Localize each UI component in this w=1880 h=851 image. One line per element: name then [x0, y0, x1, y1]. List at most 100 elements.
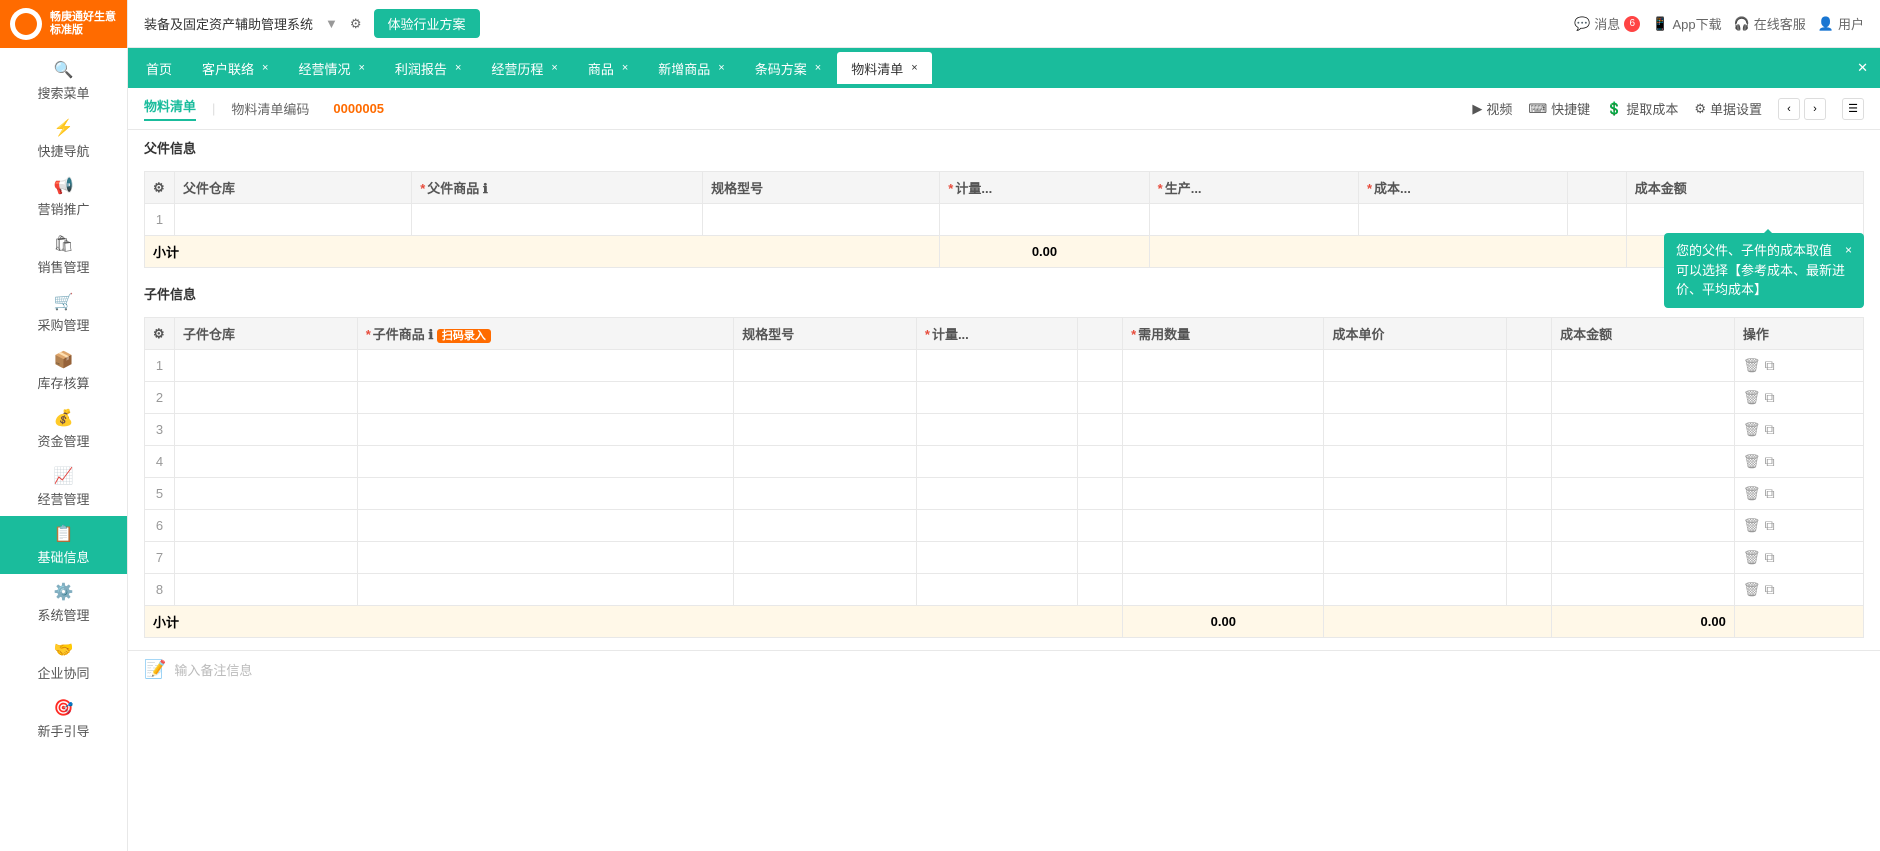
- child-warehouse-cell[interactable]: [175, 478, 358, 510]
- sidebar-item-marketing[interactable]: 📢 营销推广: [0, 168, 127, 226]
- sidebar-item-enterprise[interactable]: 🤝 企业协同: [0, 632, 127, 690]
- delete-icon[interactable]: 🗑: [1743, 453, 1761, 470]
- delete-icon[interactable]: 🗑: [1743, 357, 1761, 374]
- sidebar-item-basic[interactable]: 📋 基础信息: [0, 516, 127, 574]
- child-unit-cell[interactable]: [916, 542, 1077, 574]
- child-need-qty-cell[interactable]: [1123, 510, 1324, 542]
- settings-btn[interactable]: ⚙ 单据设置: [1694, 99, 1762, 118]
- child-spec-cell[interactable]: [734, 574, 917, 606]
- child-goods-cell[interactable]: [357, 510, 734, 542]
- child-unit-cell[interactable]: [916, 446, 1077, 478]
- delete-icon[interactable]: 🗑: [1743, 389, 1761, 406]
- tab-new-goods[interactable]: 新增商品 ×: [644, 52, 738, 84]
- child-spec-cell[interactable]: [734, 414, 917, 446]
- copy-icon[interactable]: ⧉: [1765, 421, 1775, 438]
- child-unit-cost-cell[interactable]: [1324, 574, 1507, 606]
- tab-home[interactable]: 首页: [132, 52, 186, 84]
- spec-cell[interactable]: [703, 204, 940, 236]
- list-view-btn[interactable]: ☰: [1842, 98, 1864, 120]
- sub-tab-code[interactable]: 物料清单编码: [231, 99, 309, 118]
- trial-button[interactable]: 体验行业方案: [374, 9, 480, 38]
- produce-cell[interactable]: [1149, 204, 1358, 236]
- child-spec-cell[interactable]: [734, 510, 917, 542]
- tab-close-icon[interactable]: ×: [551, 62, 557, 74]
- child-goods-cell[interactable]: [357, 542, 734, 574]
- child-need-qty-cell[interactable]: [1123, 414, 1324, 446]
- sub-tab-bom[interactable]: 物料清单: [144, 96, 196, 121]
- child-need-qty-cell[interactable]: [1123, 446, 1324, 478]
- child-unit-cell[interactable]: [916, 414, 1077, 446]
- child-unit-cost-cell[interactable]: [1324, 478, 1507, 510]
- child-need-qty-cell[interactable]: [1123, 478, 1324, 510]
- child-goods-cell[interactable]: [357, 414, 734, 446]
- cost-btn[interactable]: 💲 提取成本: [1606, 99, 1678, 118]
- gear-icon[interactable]: ⚙: [350, 16, 362, 32]
- sidebar-item-guide[interactable]: 🎯 新手引导: [0, 690, 127, 748]
- app-download-btn[interactable]: 📱 App下载: [1652, 14, 1721, 33]
- child-warehouse-cell[interactable]: [175, 510, 358, 542]
- child-unit-cell[interactable]: [916, 350, 1077, 382]
- child-unit-cell[interactable]: [916, 478, 1077, 510]
- close-all-btn[interactable]: ✕: [1849, 60, 1876, 76]
- child-goods-cell[interactable]: [357, 478, 734, 510]
- copy-icon[interactable]: ⧉: [1765, 453, 1775, 470]
- child-goods-cell[interactable]: [357, 574, 734, 606]
- user-btn[interactable]: 👤 用户: [1818, 14, 1864, 33]
- child-goods-cell[interactable]: [357, 382, 734, 414]
- sidebar-item-search[interactable]: 🔍 搜索菜单: [0, 52, 127, 110]
- copy-icon[interactable]: ⧉: [1765, 517, 1775, 534]
- next-btn[interactable]: ›: [1804, 98, 1826, 120]
- tab-customer[interactable]: 客户联络 ×: [188, 52, 282, 84]
- delete-icon[interactable]: 🗑: [1743, 517, 1761, 534]
- tab-close-icon[interactable]: ×: [815, 62, 821, 74]
- tab-close-icon[interactable]: ×: [358, 62, 364, 74]
- sidebar-item-operations[interactable]: 📈 经营管理: [0, 458, 127, 516]
- child-warehouse-cell[interactable]: [175, 382, 358, 414]
- th-gear-child[interactable]: ⚙: [145, 318, 175, 350]
- copy-icon[interactable]: ⧉: [1765, 357, 1775, 374]
- tab-close-icon[interactable]: ×: [262, 62, 268, 74]
- child-spec-cell[interactable]: [734, 446, 917, 478]
- child-need-qty-cell[interactable]: [1123, 382, 1324, 414]
- delete-icon[interactable]: 🗑: [1743, 549, 1761, 566]
- child-spec-cell[interactable]: [734, 542, 917, 574]
- child-unit-cost-cell[interactable]: [1324, 350, 1507, 382]
- delete-icon[interactable]: 🗑: [1743, 421, 1761, 438]
- sidebar-item-system[interactable]: ⚙️ 系统管理: [0, 574, 127, 632]
- tab-profit[interactable]: 利润报告 ×: [381, 52, 475, 84]
- child-need-qty-cell[interactable]: [1123, 574, 1324, 606]
- parent-goods-cell[interactable]: [412, 204, 703, 236]
- online-service-btn[interactable]: 🎧 在线客服: [1734, 14, 1806, 33]
- sidebar-item-quick-nav[interactable]: ⚡ 快捷导航: [0, 110, 127, 168]
- parent-warehouse-cell[interactable]: [175, 204, 412, 236]
- child-warehouse-cell[interactable]: [175, 574, 358, 606]
- sidebar-item-sales[interactable]: 🛍 销售管理: [0, 226, 127, 284]
- child-unit-cell[interactable]: [916, 574, 1077, 606]
- tab-close-icon[interactable]: ×: [622, 62, 628, 74]
- child-spec-cell[interactable]: [734, 350, 917, 382]
- tab-barcode[interactable]: 条码方案 ×: [741, 52, 835, 84]
- message-btn[interactable]: 💬 消息 6: [1574, 14, 1640, 33]
- dropdown-icon[interactable]: ▼: [325, 16, 338, 31]
- copy-icon[interactable]: ⧉: [1765, 389, 1775, 406]
- child-warehouse-cell[interactable]: [175, 414, 358, 446]
- delete-icon[interactable]: 🗑: [1743, 581, 1761, 598]
- child-unit-cost-cell[interactable]: [1324, 446, 1507, 478]
- sidebar-item-finance[interactable]: 💰 资金管理: [0, 400, 127, 458]
- th-gear[interactable]: ⚙: [145, 172, 175, 204]
- child-unit-cost-cell[interactable]: [1324, 542, 1507, 574]
- child-need-qty-cell[interactable]: [1123, 542, 1324, 574]
- unit-cell[interactable]: [940, 204, 1149, 236]
- child-unit-cost-cell[interactable]: [1324, 510, 1507, 542]
- sidebar-item-purchase[interactable]: 🛒 采购管理: [0, 284, 127, 342]
- view-btn[interactable]: ▶ 视频: [1472, 99, 1512, 118]
- child-unit-cell[interactable]: [916, 382, 1077, 414]
- child-unit-cost-cell[interactable]: [1324, 382, 1507, 414]
- delete-icon[interactable]: 🗑: [1743, 485, 1761, 502]
- tab-goods[interactable]: 商品 ×: [574, 52, 642, 84]
- child-spec-cell[interactable]: [734, 478, 917, 510]
- shortcut-btn[interactable]: ⌨ 快捷键: [1528, 99, 1590, 118]
- tab-close-icon[interactable]: ×: [911, 62, 917, 74]
- child-warehouse-cell[interactable]: [175, 446, 358, 478]
- child-unit-cost-cell[interactable]: [1324, 414, 1507, 446]
